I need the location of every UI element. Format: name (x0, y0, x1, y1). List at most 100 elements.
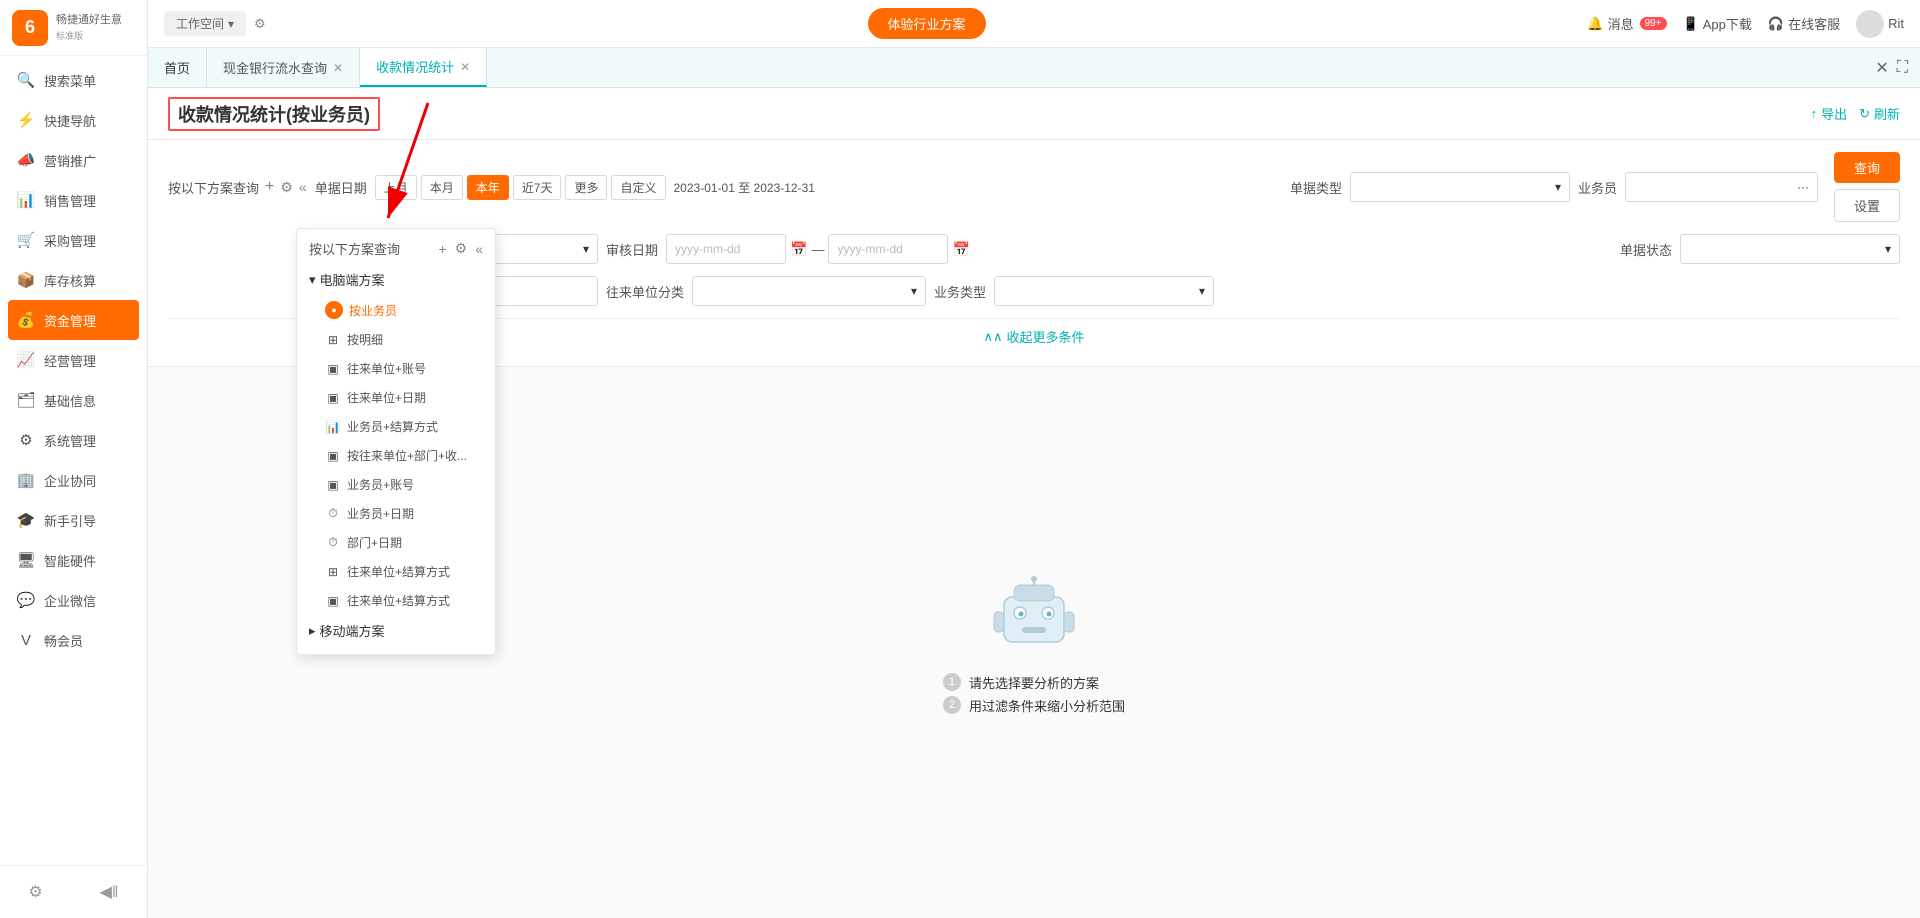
tab-close-all-btn[interactable]: ✕ (1875, 58, 1888, 78)
business-type-select[interactable]: ▾ (994, 276, 1214, 306)
collapse-icon: ∧∧ (983, 329, 1002, 345)
scheme-item-dept-date[interactable]: ⏱ 部门+日期 (297, 528, 495, 557)
scheme-salesperson-account-icon: ▣ (325, 477, 341, 493)
scheme-partner-dept-label: 按往来单位+部门+收... (347, 447, 467, 464)
sidebar-label-basic: 基础信息 (44, 391, 96, 410)
tab-bank-close[interactable]: ✕ (333, 61, 343, 75)
sidebar-item-wechat[interactable]: 💬企业微信 (0, 580, 147, 620)
tab-receipts-close[interactable]: ✕ (460, 60, 470, 74)
scheme-collapse-btn[interactable]: « (299, 179, 307, 195)
topbar-settings-icon[interactable]: ⚙ (254, 16, 266, 32)
user-avatar[interactable]: Rit (1856, 10, 1904, 38)
scheme-settings-icon[interactable]: ⚙ (455, 240, 468, 257)
scheme-item-salesperson-date[interactable]: ⏱ 业务员+日期 (297, 499, 495, 528)
sidebar-label-sales: 销售管理 (44, 191, 96, 210)
app-download-icon: 📱 (1683, 16, 1699, 32)
scheme-item-by-salesperson[interactable]: ● 按业务员 (297, 295, 495, 325)
sales-icon: 📊 (16, 190, 36, 210)
scheme-add-btn[interactable]: + (265, 178, 274, 196)
notification-icon: 🔔 (1587, 16, 1603, 32)
sidebar-item-basic[interactable]: 🗂基础信息 (0, 380, 147, 420)
partner-classification-select[interactable]: ▾ (692, 276, 926, 306)
sidebar-item-finance[interactable]: 💰资金管理 (8, 300, 139, 340)
review-date-end-placeholder: yyyy-mm-dd (837, 242, 902, 256)
scheme-item-partner-account[interactable]: ▣ 往来单位+账号 (297, 354, 495, 383)
tab-bank[interactable]: 现金银行流水查询 ✕ (207, 48, 360, 87)
sidebar-item-sales[interactable]: 📊 销售管理 (0, 180, 147, 220)
scheme-mobile-section: ▸ 移动端方案 (297, 615, 495, 646)
date-btn-7days[interactable]: 近7天 (513, 175, 562, 200)
review-date-separator: — (811, 242, 824, 257)
salesperson-group: 业务员 ··· (1578, 172, 1818, 202)
sidebar-item-enterprise[interactable]: 🏢企业协同 (0, 460, 147, 500)
scheme-label: 按以下方案查询 (168, 178, 259, 197)
scheme-panel-header: 按以下方案查询 + ⚙ « (297, 229, 495, 264)
scheme-item-partner-settlement1[interactable]: ⊞ 往来单位+结算方式 (297, 557, 495, 586)
sidebar-item-operation[interactable]: 📈经营管理 (0, 340, 147, 380)
scheme-item-partner-settlement2[interactable]: ▣ 往来单位+结算方式 (297, 586, 495, 615)
sidebar-item-quicknav[interactable]: ⚡快捷导航 (0, 100, 147, 140)
notification-btn[interactable]: 🔔 消息 99+ (1587, 14, 1666, 33)
scheme-dept-date-icon: ⏱ (325, 535, 341, 551)
sidebar-label-wechat: 企业微信 (44, 591, 96, 610)
scheme-item-by-detail[interactable]: ⊞ 按明细 (297, 325, 495, 354)
scheme-settings-btn[interactable]: ⚙ (280, 179, 293, 196)
app-download-label: App下载 (1703, 14, 1752, 33)
review-date-icon2[interactable]: 📅 (952, 241, 969, 258)
settings-btn[interactable]: 设置 (1834, 189, 1900, 222)
scheme-collapse-icon[interactable]: « (475, 241, 483, 257)
sidebar-item-search[interactable]: 🔍搜索菜单 (0, 60, 147, 100)
date-btn-this-year[interactable]: 本年 (467, 175, 509, 200)
doc-type-select[interactable]: ▾ (1350, 172, 1570, 202)
sidebar-label-operation: 经营管理 (44, 351, 96, 370)
tab-fullscreen-btn[interactable]: ⛶ (1897, 59, 1908, 77)
tabbar: 首页 现金银行流水查询 ✕ 收款情况统计 ✕ ✕ ⛶ (148, 48, 1920, 88)
date-btn-custom[interactable]: 自定义 (611, 175, 665, 200)
scheme-item-salesperson-account[interactable]: ▣ 业务员+账号 (297, 470, 495, 499)
topbar-right: 🔔 消息 99+ 📱 App下载 🎧 在线客服 Rit (1587, 10, 1904, 38)
scheme-salesperson-account-label: 业务员+账号 (347, 476, 414, 493)
online-service-btn[interactable]: 🎧 在线客服 (1768, 14, 1840, 33)
sidebar-label-purchase: 采购管理 (44, 231, 96, 250)
review-date-end[interactable]: yyyy-mm-dd (828, 234, 948, 264)
sidebar-item-member[interactable]: V畅会员 (0, 620, 147, 660)
app-download-btn[interactable]: 📱 App下载 (1683, 14, 1752, 33)
workspace-selector[interactable]: 工作空间 ▾ (164, 11, 246, 36)
sidebar-settings-btn[interactable]: ⚙ (20, 874, 50, 910)
review-date-icon1[interactable]: 📅 (790, 241, 807, 258)
sidebar-item-purchase[interactable]: 🛒 采购管理 (0, 220, 147, 260)
date-btn-more[interactable]: 更多 (565, 175, 607, 200)
sidebar-collapse-btn[interactable]: ◀‖ (92, 874, 127, 910)
scheme-add-icon[interactable]: + (438, 241, 446, 257)
sidebar-item-newguide[interactable]: 🎓新手引导 (0, 500, 147, 540)
page-title: 收款情况统计(按业务员) (168, 97, 380, 131)
review-date-start[interactable]: yyyy-mm-dd (666, 234, 786, 264)
scheme-panel-icons: + ⚙ « (438, 240, 483, 257)
date-btn-this-month[interactable]: 本月 (421, 175, 463, 200)
scheme-pc-title[interactable]: ▾ 电脑端方案 (297, 264, 495, 295)
scheme-item-salesperson-settlement[interactable]: 📊 业务员+结算方式 (297, 412, 495, 441)
sidebar-label-search: 搜索菜单 (44, 71, 96, 90)
sidebar-item-inventory[interactable]: 📦库存核算 (0, 260, 147, 300)
refresh-btn[interactable]: ↻ 刷新 (1859, 104, 1900, 123)
pc-title-label: 电脑端方案 (320, 270, 385, 289)
doc-status-select[interactable]: ▾ (1680, 234, 1900, 264)
trial-btn[interactable]: 体验行业方案 (868, 8, 986, 39)
scheme-item-partner-date[interactable]: ▣ 往来单位+日期 (297, 383, 495, 412)
purchase-icon: 🛒 (16, 230, 36, 250)
scheme-pc-section: ▾ 电脑端方案 ● 按业务员 ⊞ 按明细 ▣ 往来单位+账号 ▣ 往 (297, 264, 495, 615)
sidebar-item-marketing[interactable]: 📣营销推广 (0, 140, 147, 180)
query-btn[interactable]: 查询 (1834, 152, 1900, 183)
sidebar-item-system[interactable]: ⚙系统管理 (0, 420, 147, 460)
tab-home[interactable]: 首页 (148, 48, 207, 87)
scheme-mobile-title[interactable]: ▸ 移动端方案 (297, 615, 495, 646)
salesperson-select[interactable]: ··· (1625, 172, 1818, 202)
sidebar-item-hardware[interactable]: 🖥智能硬件 (0, 540, 147, 580)
finance-icon: 💰 (16, 310, 36, 330)
export-btn[interactable]: ↑ 导出 (1811, 104, 1848, 123)
scheme-item-partner-dept[interactable]: ▣ 按往来单位+部门+收... (297, 441, 495, 470)
tab-receipts[interactable]: 收款情况统计 ✕ (360, 48, 487, 87)
scheme-by-salesperson-label: 按业务员 (349, 302, 397, 319)
date-btn-last-month[interactable]: 上月 (375, 175, 417, 200)
page-header-actions: ↑ 导出 ↻ 刷新 (1811, 104, 1900, 123)
